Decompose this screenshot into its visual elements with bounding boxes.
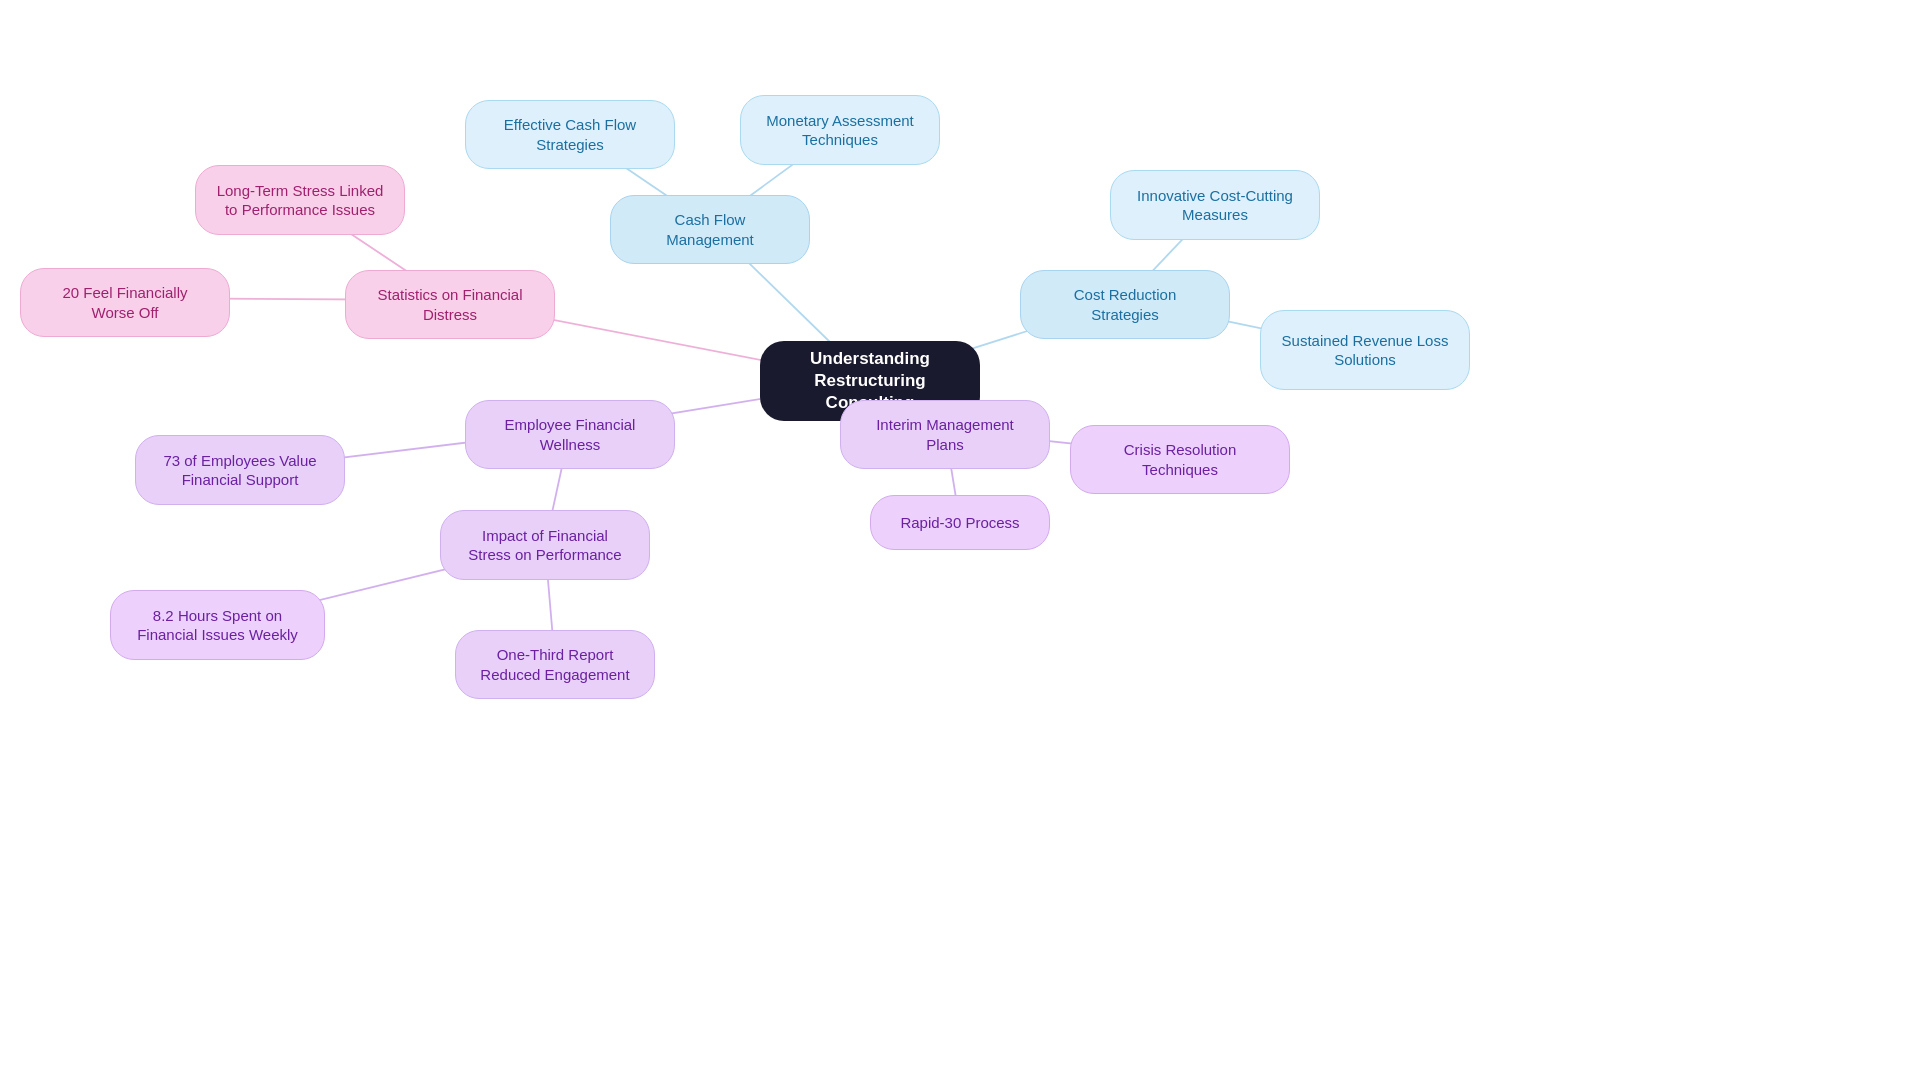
node-impact-stress[interactable]: Impact of Financial Stress on Performanc… (440, 510, 650, 580)
node-interim[interactable]: Interim Management Plans (840, 400, 1050, 469)
node-employee-wellness[interactable]: Employee Financial Wellness (465, 400, 675, 469)
node-innovative[interactable]: Innovative Cost-Cutting Measures (1110, 170, 1320, 240)
node-rapid30[interactable]: Rapid-30 Process (870, 495, 1050, 550)
node-cash-flow[interactable]: Cash Flow Management (610, 195, 810, 264)
node-cost-reduction[interactable]: Cost Reduction Strategies (1020, 270, 1230, 339)
node-monetary[interactable]: Monetary Assessment Techniques (740, 95, 940, 165)
node-sustained[interactable]: Sustained Revenue Loss Solutions (1260, 310, 1470, 390)
node-effective-cash[interactable]: Effective Cash Flow Strategies (465, 100, 675, 169)
node-8-hours[interactable]: 8.2 Hours Spent on Financial Issues Week… (110, 590, 325, 660)
mindmap-container: Understanding Restructuring ConsultingCa… (0, 0, 1920, 1083)
node-worse-off[interactable]: 20 Feel Financially Worse Off (20, 268, 230, 337)
node-long-term[interactable]: Long-Term Stress Linked to Performance I… (195, 165, 405, 235)
node-crisis[interactable]: Crisis Resolution Techniques (1070, 425, 1290, 494)
node-73-employees[interactable]: 73 of Employees Value Financial Support (135, 435, 345, 505)
node-one-third[interactable]: One-Third Report Reduced Engagement (455, 630, 655, 699)
node-stats-distress[interactable]: Statistics on Financial Distress (345, 270, 555, 339)
